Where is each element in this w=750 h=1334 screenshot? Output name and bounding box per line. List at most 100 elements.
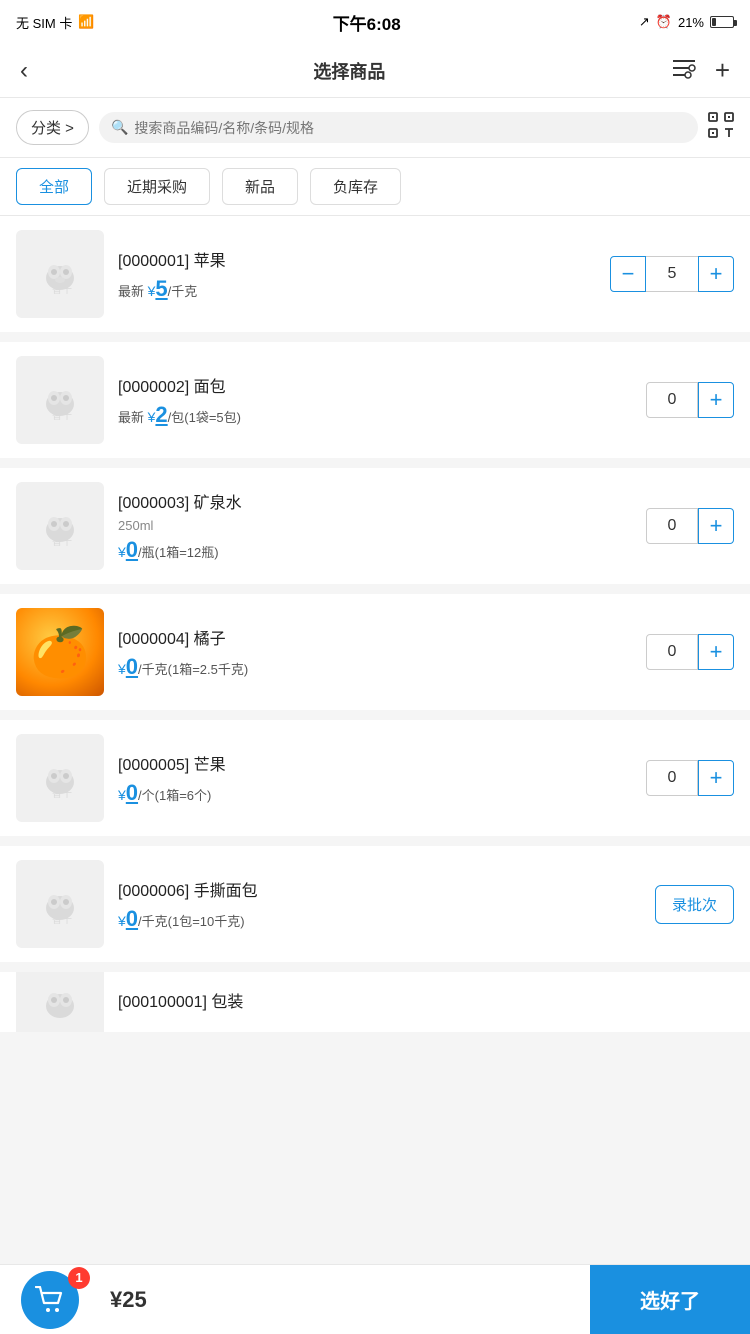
price-symbol-4: ¥ xyxy=(118,661,126,677)
scan-icon[interactable] xyxy=(708,112,734,144)
product-item-7-partial: [000100001] 包装 xyxy=(0,972,750,1032)
product-price-2: 最新 ¥2/包(1袋=5包) xyxy=(118,402,632,428)
product-image-4 xyxy=(16,608,104,696)
qty-plus-1[interactable]: + xyxy=(698,256,734,292)
product-image-3: 智十 xyxy=(16,482,104,570)
placeholder-owl-2: 智十 xyxy=(36,376,84,424)
placeholder-owl-5: 智十 xyxy=(36,754,84,802)
qty-control-3: 0 + xyxy=(646,508,734,544)
svg-text:智十: 智十 xyxy=(52,913,72,926)
qty-display-3: 0 xyxy=(646,508,698,544)
product-price-6: ¥0/千克(1包=10千克) xyxy=(118,906,641,932)
price-symbol-5: ¥ xyxy=(118,787,126,803)
product-item-2: 智十 [0000002] 面包 最新 ¥2/包(1袋=5包) 0 + xyxy=(0,342,750,458)
product-item-6: 智十 [0000006] 手撕面包 ¥0/千克(1包=10千克) 录批次 xyxy=(0,846,750,962)
svg-text:智十: 智十 xyxy=(52,787,72,800)
back-button[interactable]: ‹ xyxy=(20,57,28,85)
price-unit-1: /千克 xyxy=(168,284,198,299)
tab-recent[interactable]: 近期采购 xyxy=(104,168,210,205)
price-unit-3: /瓶(1箱=12瓶) xyxy=(138,545,219,560)
price-value-4: 0 xyxy=(126,654,138,679)
product-name-3: [0000003] 矿泉水 xyxy=(118,489,632,513)
battery-label: 21% xyxy=(678,15,704,30)
qty-control-1: − + xyxy=(610,256,734,292)
filter-bar: 分类 > 🔍 xyxy=(0,98,750,158)
qty-plus-3[interactable]: + xyxy=(698,508,734,544)
qty-input-1[interactable] xyxy=(646,256,698,292)
battery-icon xyxy=(710,16,734,28)
product-name-7: [000100001] 包装 xyxy=(118,988,734,1012)
placeholder-owl-7 xyxy=(36,978,84,1026)
tabs-bar: 全部 近期采购 新品 负库存 xyxy=(0,158,750,216)
product-info-4: [0000004] 橘子 ¥0/千克(1箱=2.5千克) xyxy=(118,625,632,680)
category-button[interactable]: 分类 > xyxy=(16,110,89,145)
product-item-1: 智十 [0000001] 苹果 最新 ¥5/千克 − + xyxy=(0,216,750,332)
qty-control-4: 0 + xyxy=(646,634,734,670)
product-spec-3: 250ml xyxy=(118,518,632,533)
page-title: 选择商品 xyxy=(313,58,385,84)
product-info-3: [0000003] 矿泉水 250ml ¥0/瓶(1箱=12瓶) xyxy=(118,489,632,563)
placeholder-owl-3: 智十 xyxy=(36,502,84,550)
qty-minus-1[interactable]: − xyxy=(610,256,646,292)
price-prefix-1: 最新 xyxy=(118,284,148,299)
product-price-1: 最新 ¥5/千克 xyxy=(118,276,596,302)
search-box: 🔍 xyxy=(99,112,698,143)
price-value-5: 0 xyxy=(126,780,138,805)
qty-plus-2[interactable]: + xyxy=(698,382,734,418)
product-item-3: 智十 [0000003] 矿泉水 250ml ¥0/瓶(1箱=12瓶) 0 + xyxy=(0,468,750,584)
product-name-5: [0000005] 芒果 xyxy=(118,751,632,775)
nav-bar: ‹ 选择商品 + xyxy=(0,44,750,98)
price-unit-4: /千克(1箱=2.5千克) xyxy=(138,662,248,677)
tab-new[interactable]: 新品 xyxy=(222,168,298,205)
product-image-6: 智十 xyxy=(16,860,104,948)
qty-plus-5[interactable]: + xyxy=(698,760,734,796)
placeholder-owl: 智十 xyxy=(36,250,84,298)
add-icon[interactable]: + xyxy=(715,55,730,86)
product-item-5: 智十 [0000005] 芒果 ¥0/个(1箱=6个) 0 + xyxy=(0,720,750,836)
product-info-7: [000100001] 包装 xyxy=(118,988,734,1017)
qty-control-5: 0 + xyxy=(646,760,734,796)
product-image-5: 智十 xyxy=(16,734,104,822)
product-name-2: [0000002] 面包 xyxy=(118,373,632,397)
price-unit-5: /个(1箱=6个) xyxy=(138,788,211,803)
tab-all[interactable]: 全部 xyxy=(16,168,92,205)
filter-icon[interactable] xyxy=(671,57,697,85)
status-left: 无 SIM 卡 📶 xyxy=(16,13,95,32)
confirm-button[interactable]: 选好了 xyxy=(590,1265,750,1334)
cart-badge: 1 xyxy=(68,1267,90,1289)
svg-text:智十: 智十 xyxy=(52,409,72,422)
qty-plus-4[interactable]: + xyxy=(698,634,734,670)
batch-button-6[interactable]: 录批次 xyxy=(655,885,734,924)
product-price-3: ¥0/瓶(1箱=12瓶) xyxy=(118,537,632,563)
product-info-2: [0000002] 面包 最新 ¥2/包(1袋=5包) xyxy=(118,373,632,428)
product-price-5: ¥0/个(1箱=6个) xyxy=(118,780,632,806)
svg-text:智十: 智十 xyxy=(52,283,72,296)
search-input[interactable] xyxy=(134,120,686,136)
wifi-icon: 📶 xyxy=(78,14,94,30)
product-image-2: 智十 xyxy=(16,356,104,444)
product-info-5: [0000005] 芒果 ¥0/个(1箱=6个) xyxy=(118,751,632,806)
qty-display-5: 0 xyxy=(646,760,698,796)
search-icon: 🔍 xyxy=(111,119,128,136)
footer-bar: 1 ¥25 选好了 xyxy=(0,1264,750,1334)
product-item-4: [0000004] 橘子 ¥0/千克(1箱=2.5千克) 0 + xyxy=(0,594,750,710)
price-prefix-2: 最新 xyxy=(118,410,148,425)
product-list: 智十 [0000001] 苹果 最新 ¥5/千克 − + xyxy=(0,216,750,1112)
product-info-1: [0000001] 苹果 最新 ¥5/千克 xyxy=(118,247,596,302)
qty-display-2: 0 xyxy=(646,382,698,418)
price-value-6: 0 xyxy=(126,906,138,931)
tab-negative[interactable]: 负库存 xyxy=(310,168,401,205)
price-symbol-6: ¥ xyxy=(118,913,126,929)
product-price-4: ¥0/千克(1箱=2.5千克) xyxy=(118,654,632,680)
product-name-1: [0000001] 苹果 xyxy=(118,247,596,271)
qty-display-4: 0 xyxy=(646,634,698,670)
price-unit-6: /千克(1包=10千克) xyxy=(138,914,245,929)
footer-total-price: ¥25 xyxy=(100,1287,590,1313)
location-icon: ↗ xyxy=(639,14,650,30)
placeholder-owl-6: 智十 xyxy=(36,880,84,928)
status-right: ↗ ⏰ 21% xyxy=(639,14,734,30)
nav-actions: + xyxy=(671,55,730,86)
product-image-1: 智十 xyxy=(16,230,104,318)
svg-text:智十: 智十 xyxy=(52,535,72,548)
status-time: 下午6:08 xyxy=(333,10,401,35)
